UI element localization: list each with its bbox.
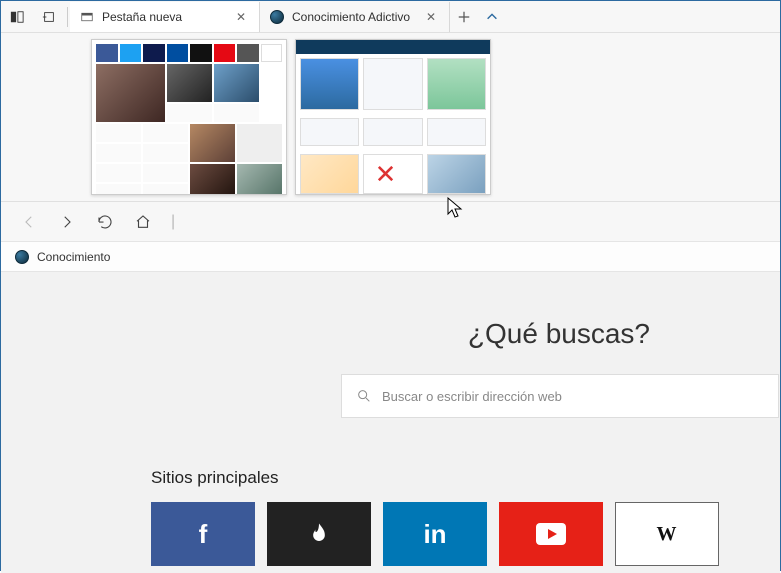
bookmark-favicon <box>15 250 29 264</box>
tile-facebook[interactable]: f <box>151 502 255 566</box>
address-bar[interactable]: | <box>167 213 175 231</box>
tile-dark[interactable] <box>267 502 371 566</box>
newtab-favicon <box>80 10 94 24</box>
tab-strip: Pestaña nueva ✕ Conocimiento Adictivo ✕ <box>1 1 780 33</box>
tile-wikipedia[interactable]: W <box>615 502 719 566</box>
linkedin-icon: in <box>423 519 446 550</box>
new-tab-button[interactable] <box>450 3 478 31</box>
top-sites-row: f in W <box>1 502 780 566</box>
tab-previews-panel <box>1 33 780 202</box>
collapse-previews-icon[interactable] <box>478 3 506 31</box>
tab-preview-newtab[interactable] <box>91 39 287 195</box>
tile-youtube[interactable] <box>499 502 603 566</box>
wikipedia-icon: W <box>657 523 678 546</box>
search-heading: ¿Qué buscas? <box>1 302 780 374</box>
forward-button[interactable] <box>53 208 81 236</box>
tile-linkedin[interactable]: in <box>383 502 487 566</box>
youtube-icon <box>536 523 566 545</box>
flame-icon <box>305 520 333 548</box>
set-aside-tabs-icon[interactable] <box>33 1 65 33</box>
nav-toolbar: | <box>1 202 780 242</box>
facebook-icon: f <box>199 519 208 550</box>
close-tab-icon[interactable]: ✕ <box>231 10 251 24</box>
home-button[interactable] <box>129 208 157 236</box>
tab-new[interactable]: Pestaña nueva ✕ <box>70 2 260 32</box>
bookmark-item[interactable]: Conocimiento <box>37 250 110 264</box>
divider <box>67 7 68 27</box>
tab-conocimiento[interactable]: Conocimiento Adictivo ✕ <box>260 2 450 32</box>
top-sites-heading: Sitios principales <box>1 418 780 502</box>
tab-title: Conocimiento Adictivo <box>292 10 413 24</box>
refresh-button[interactable] <box>91 208 119 236</box>
back-button[interactable] <box>15 208 43 236</box>
reading-view-icon[interactable] <box>1 1 33 33</box>
favorites-bar: Conocimiento <box>1 242 780 272</box>
tab-preview-conocimiento[interactable] <box>295 39 491 195</box>
search-input[interactable]: Buscar o escribir dirección web <box>341 374 779 418</box>
site-favicon <box>270 10 284 24</box>
search-placeholder: Buscar o escribir dirección web <box>382 389 562 404</box>
close-tab-icon[interactable]: ✕ <box>421 10 441 24</box>
tab-title: Pestaña nueva <box>102 10 223 24</box>
search-icon <box>356 388 372 404</box>
newtab-content: ¿Qué buscas? Buscar o escribir dirección… <box>1 272 780 573</box>
